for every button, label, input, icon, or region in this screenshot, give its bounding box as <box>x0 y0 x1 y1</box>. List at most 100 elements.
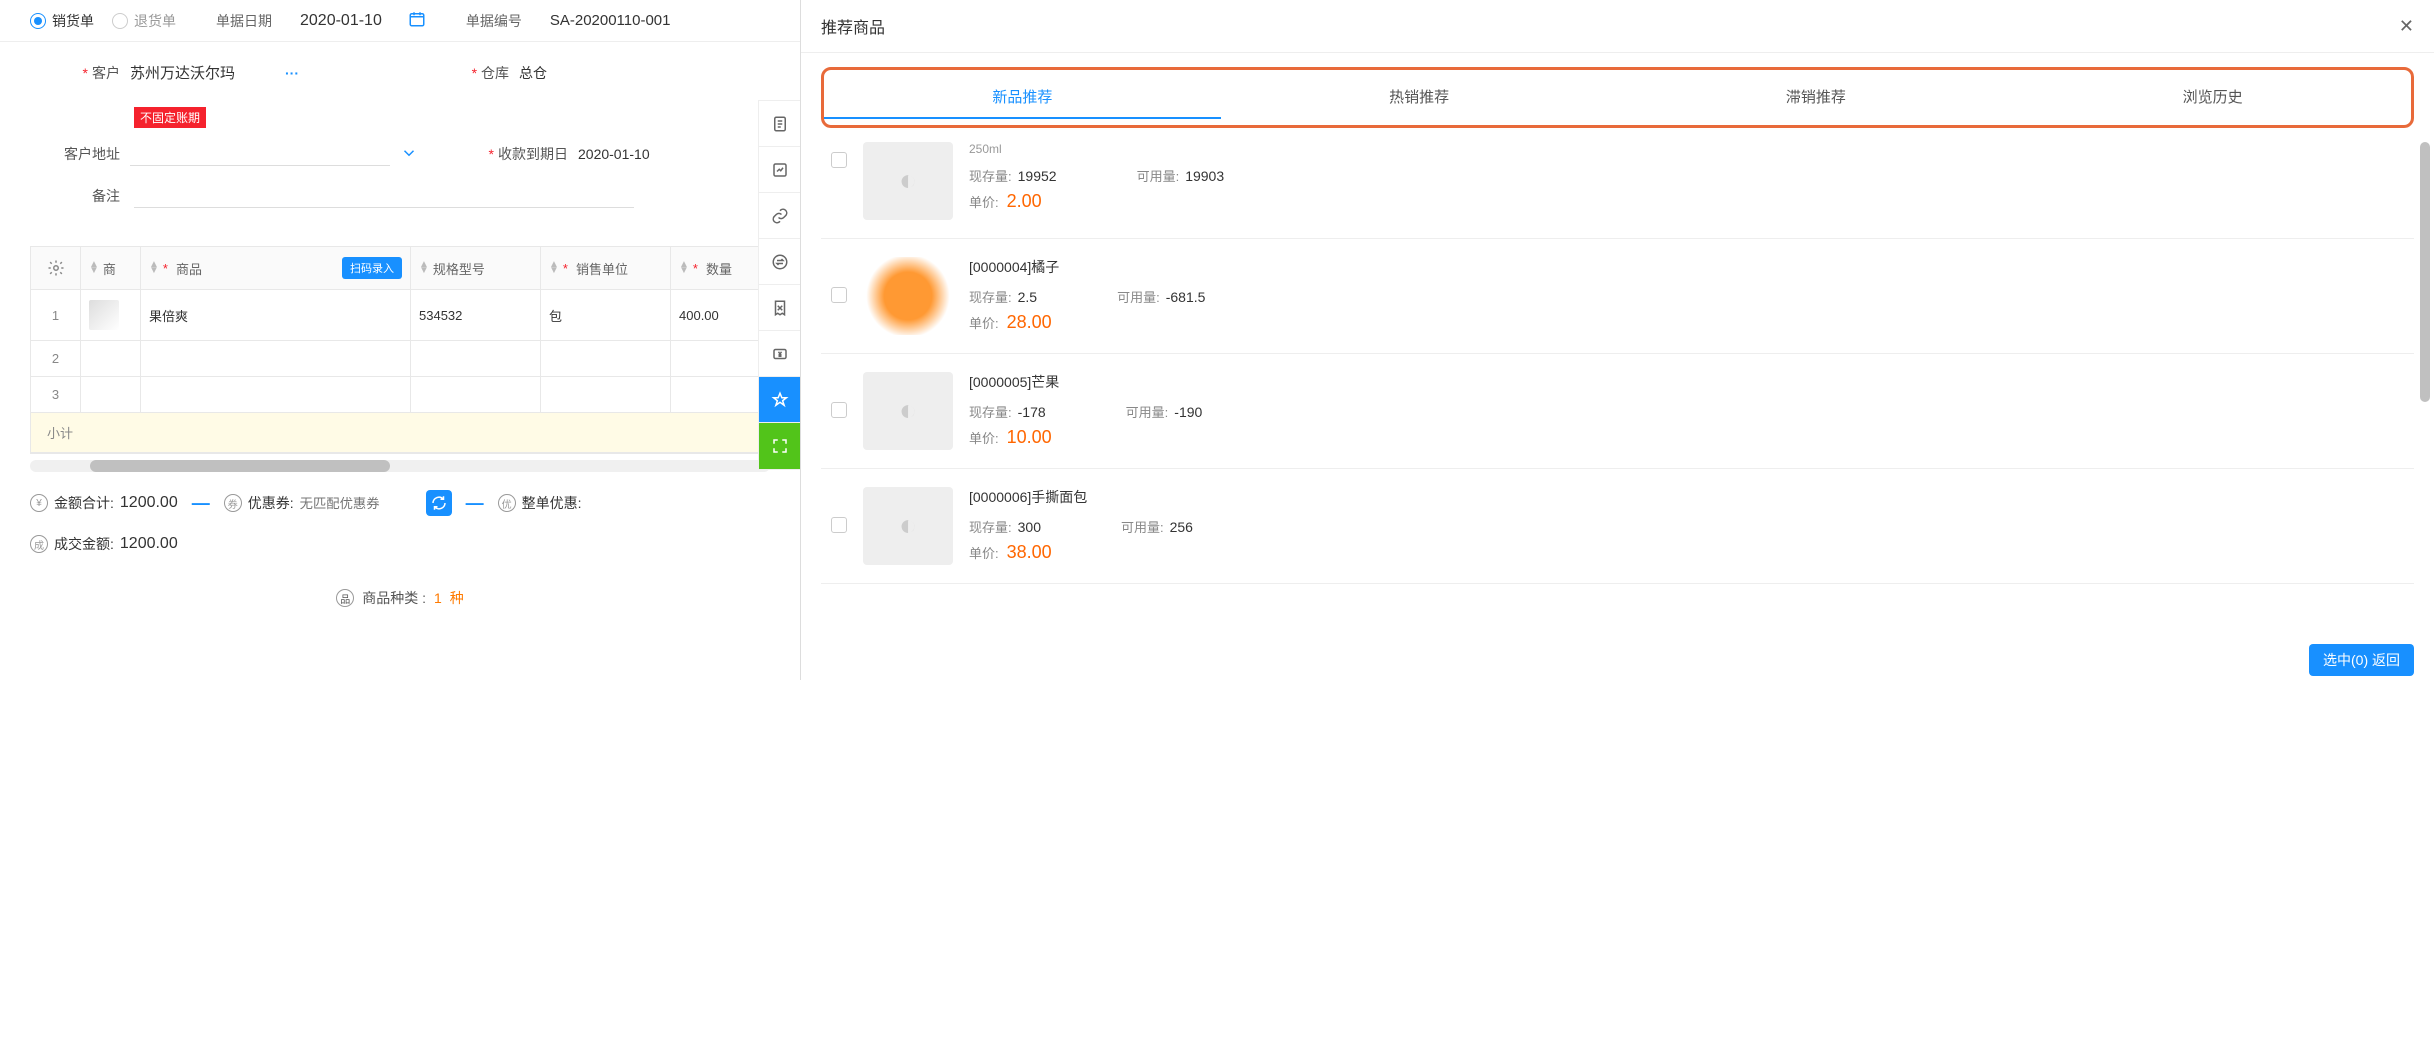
list-item[interactable]: ◐ [0000006]手撕面包 现存量:300 可用量:256 单价:38.00 <box>821 469 2414 584</box>
customer-more-icon[interactable]: ··· <box>285 65 299 81</box>
product-image-placeholder: ◐ <box>863 372 953 450</box>
radio-return-order[interactable]: 退货单 <box>112 11 176 31</box>
kind-label: 商品种类 : <box>362 588 426 608</box>
list-item[interactable]: ◐ [0000005]芒果 现存量:-178 可用量:-190 单价:10.00 <box>821 354 2414 469</box>
avail-value: -681.5 <box>1166 289 1206 305</box>
warehouse-label: *仓库 <box>419 63 509 83</box>
qty-column-header[interactable]: ▲▼ *数量 <box>671 247 761 289</box>
refresh-button[interactable] <box>426 490 452 516</box>
side-toolbar <box>758 100 800 470</box>
radio-return-label: 退货单 <box>134 11 176 31</box>
product-thumb <box>89 300 119 330</box>
product-list: ◐ 250ml 现存量:19952 可用量:19903 单价:2.00 [000… <box>801 142 2434 680</box>
customer-label: *客户 <box>30 63 120 83</box>
customer-value[interactable]: 苏州万达沃尔玛 <box>130 62 235 83</box>
coupon-label: 优惠券: <box>248 493 294 513</box>
star-icon[interactable] <box>759 377 801 423</box>
avail-value: -190 <box>1174 404 1202 420</box>
deal-value: 1200.00 <box>120 535 178 553</box>
discount-label: 整单优惠: <box>522 493 582 513</box>
select-return-button[interactable]: 选中(0) 返回 <box>2309 644 2414 676</box>
footer-summary: 品 商品种类 : 1 种 <box>0 572 800 624</box>
chart-icon[interactable] <box>759 147 801 193</box>
tab-hot-products[interactable]: 热销推荐 <box>1221 76 1618 119</box>
doc-no-value: SA-20200110-001 <box>550 12 671 29</box>
warehouse-value[interactable]: 总仓 <box>519 63 547 83</box>
stock-value: 19952 <box>1018 168 1057 184</box>
table-row[interactable]: 2 <box>31 341 769 377</box>
exchange-icon[interactable] <box>759 239 801 285</box>
table-row[interactable]: 1 果倍爽 534532 包 400.00 <box>31 290 769 341</box>
price-value: 10.00 <box>1007 427 1052 447</box>
deal-label: 成交金额: <box>54 534 114 554</box>
tab-browse-history[interactable]: 浏览历史 <box>2014 76 2411 119</box>
scan-input-button[interactable]: 扫码录入 <box>342 257 402 279</box>
subtotal-label: 小计 <box>31 413 81 452</box>
recommend-tabs: 新品推荐 热销推荐 滞销推荐 浏览历史 <box>821 67 2414 128</box>
product-checkbox[interactable] <box>831 287 847 303</box>
radio-sales-label: 销货单 <box>52 11 94 31</box>
kind-count: 1 <box>434 590 442 606</box>
receipt-icon[interactable] <box>759 285 801 331</box>
table-row[interactable]: 3 <box>31 377 769 413</box>
discount-icon: 优 <box>498 494 516 512</box>
due-value[interactable]: 2020-01-10 <box>578 146 650 162</box>
product-name-cell[interactable]: 果倍爽 <box>141 290 411 340</box>
stock-value: 2.5 <box>1018 289 1037 305</box>
sort-icon: ▲▼ <box>679 262 689 274</box>
product-checkbox[interactable] <box>831 517 847 533</box>
price-value: 28.00 <box>1007 312 1052 332</box>
product-image-placeholder: ◐ <box>863 142 953 220</box>
doc-date-label: 单据日期 <box>216 11 272 31</box>
radio-unchecked-icon <box>112 13 128 29</box>
remark-input[interactable] <box>134 184 634 208</box>
product-name: [0000004]橘子 <box>969 257 2404 277</box>
stock-value: 300 <box>1018 519 1041 535</box>
product-image-placeholder: ◐ <box>863 487 953 565</box>
price-value: 2.00 <box>1007 191 1042 211</box>
horizontal-scrollbar[interactable] <box>30 460 770 472</box>
tab-slow-products[interactable]: 滞销推荐 <box>1618 76 2015 119</box>
unit-cell[interactable]: 包 <box>541 290 671 340</box>
addr-input[interactable] <box>130 142 390 166</box>
product-name: [0000005]芒果 <box>969 372 2404 392</box>
unit-column-header[interactable]: ▲▼ *销售单位 <box>541 247 671 289</box>
list-item[interactable]: [0000004]橘子 现存量:2.5 可用量:-681.5 单价:28.00 <box>821 239 2414 354</box>
qty-cell[interactable]: 400.00 <box>671 290 761 340</box>
line-items-table: ▲▼ 商 ▲▼ *商品 扫码录入 ▲▼ 规格型号 ▲▼ *销售单位 ▲▼ <box>30 246 770 454</box>
note-icon[interactable] <box>759 101 801 147</box>
product-checkbox[interactable] <box>831 152 847 168</box>
row-index: 2 <box>31 341 81 376</box>
sort-icon: ▲▼ <box>89 262 99 274</box>
close-icon[interactable]: ✕ <box>2399 16 2414 37</box>
recommend-title: 推荐商品 <box>821 14 885 38</box>
box-icon: 品 <box>336 589 354 607</box>
spec-cell[interactable]: 534532 <box>411 290 541 340</box>
chevron-down-icon[interactable] <box>400 144 418 165</box>
row-index: 1 <box>31 290 81 340</box>
amount-label: 金额合计: <box>54 493 114 513</box>
list-item[interactable]: ◐ 250ml 现存量:19952 可用量:19903 单价:2.00 <box>821 142 2414 239</box>
sort-icon: ▲▼ <box>419 262 429 274</box>
link-icon[interactable] <box>759 193 801 239</box>
product-name: [0000006]手撕面包 <box>969 487 2404 507</box>
tab-new-products[interactable]: 新品推荐 <box>824 76 1221 119</box>
spec-column-header[interactable]: ▲▼ 规格型号 <box>411 247 541 289</box>
vertical-scrollbar[interactable] <box>2420 142 2430 402</box>
radio-sales-order[interactable]: 销货单 <box>30 11 94 31</box>
product-checkbox[interactable] <box>831 402 847 418</box>
gear-icon <box>47 259 65 277</box>
price-value: 38.00 <box>1007 542 1052 562</box>
calendar-icon[interactable] <box>408 10 426 31</box>
doc-date-value[interactable]: 2020-01-10 <box>300 12 382 30</box>
radio-checked-icon <box>30 13 46 29</box>
img-column-header[interactable]: ▲▼ 商 <box>81 247 141 289</box>
deal-icon: 成 <box>30 535 48 553</box>
coupon-input[interactable] <box>300 496 420 511</box>
product-column-header[interactable]: ▲▼ *商品 扫码录入 <box>141 247 411 289</box>
expand-icon[interactable] <box>759 423 801 469</box>
gear-column-header[interactable] <box>31 247 81 289</box>
customer-tag: 不固定账期 <box>134 107 206 128</box>
currency-icon[interactable] <box>759 331 801 377</box>
yen-icon: ¥ <box>30 494 48 512</box>
